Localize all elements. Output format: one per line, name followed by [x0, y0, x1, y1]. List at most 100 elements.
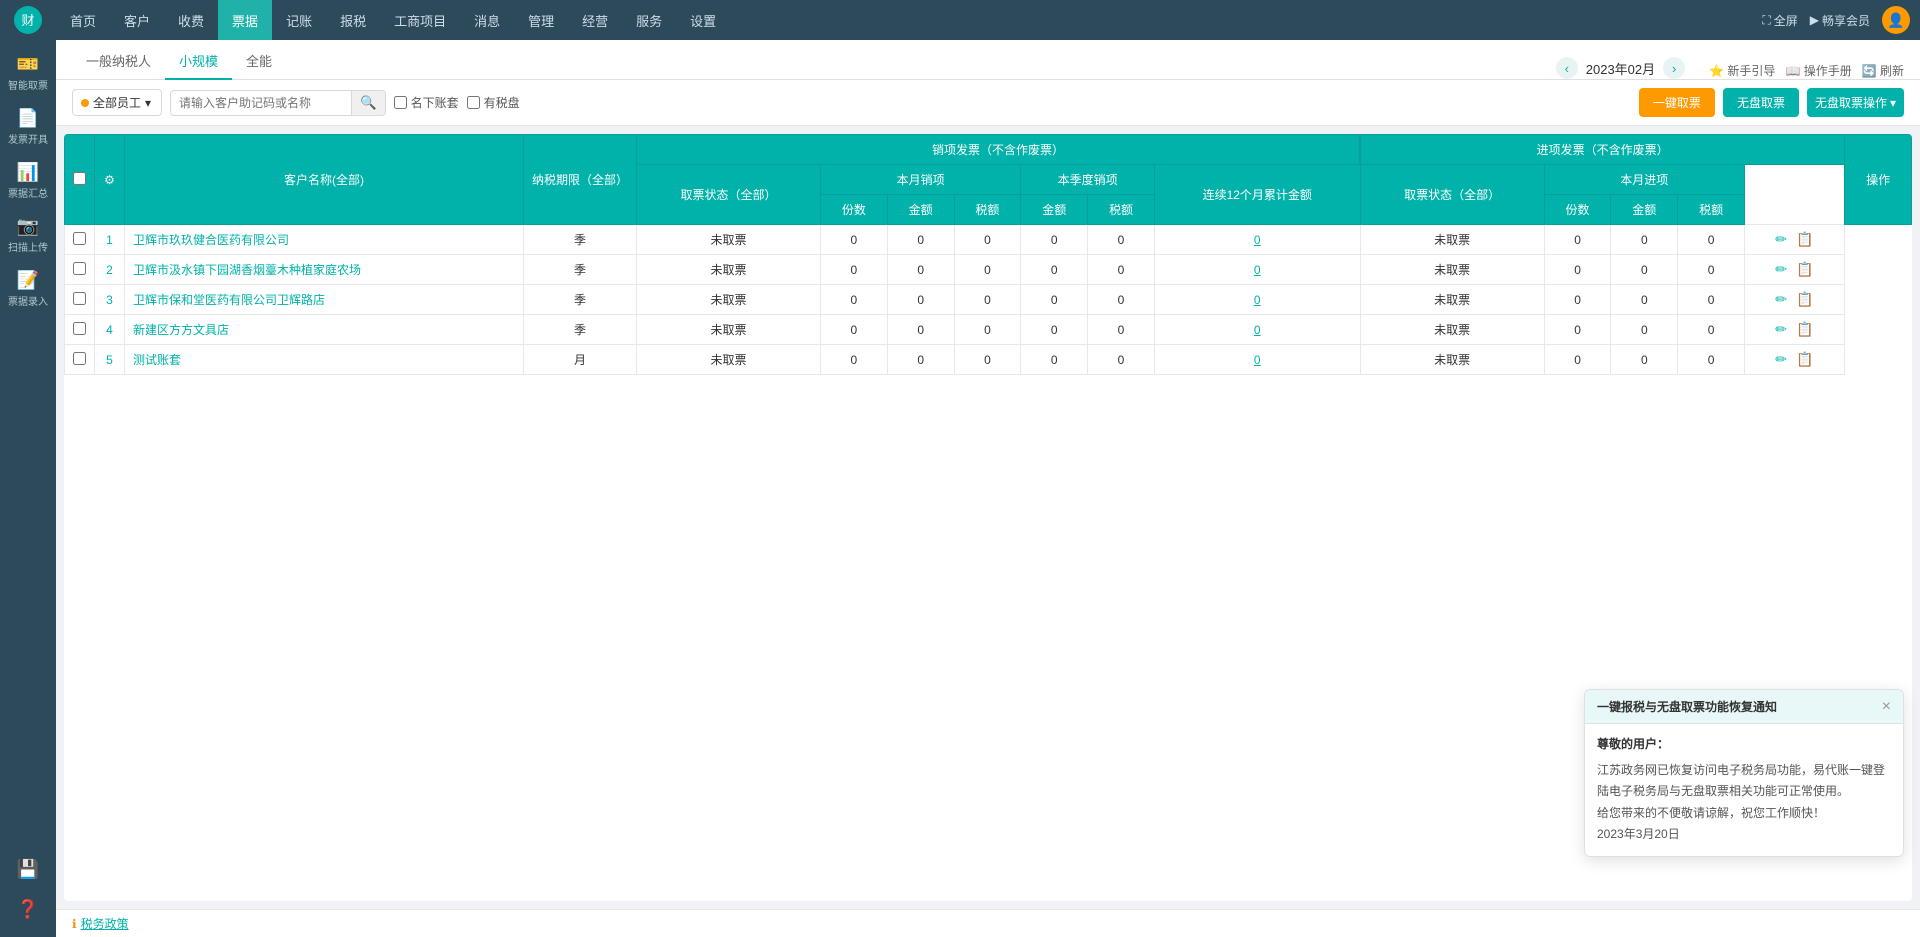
nav-item-服务[interactable]: 服务: [622, 0, 676, 40]
nav-item-客户[interactable]: 客户: [110, 0, 164, 40]
row-checkbox[interactable]: [65, 315, 95, 345]
nav-item-报税[interactable]: 报税: [326, 0, 380, 40]
row-pm-tax: 0: [1678, 315, 1745, 345]
tab-action-刷新[interactable]: 🔄 刷新: [1862, 62, 1904, 79]
th-settings-col: ⚙: [95, 135, 125, 225]
search-button[interactable]: 🔍: [351, 91, 385, 115]
row-customer[interactable]: 卫辉市汲水镇下园湖香烟薹木种植家庭农场: [125, 255, 524, 285]
row-12m[interactable]: 0: [1154, 345, 1360, 375]
tab-action-新手引导[interactable]: ⭐ 新手引导: [1709, 62, 1775, 79]
row-customer[interactable]: 卫辉市保和堂医药有限公司卫辉路店: [125, 285, 524, 315]
nav-item-收费[interactable]: 收费: [164, 0, 218, 40]
row-checkbox[interactable]: [65, 225, 95, 255]
row-customer[interactable]: 新建区方方文具店: [125, 315, 524, 345]
table-body: 1 卫辉市玖玖健合医药有限公司 季 未取票 0 0 0 0 0 0 未取票 0 …: [65, 225, 1912, 375]
sidebar-item-票据录入[interactable]: 📝票据录入: [3, 264, 53, 314]
row-sq-tax: 0: [1088, 315, 1155, 345]
no-disk-btn[interactable]: 无盘取票: [1723, 88, 1799, 117]
row-12m[interactable]: 0: [1154, 315, 1360, 345]
sidebar-item-发票开具[interactable]: 📄发票开具: [3, 102, 53, 152]
member-btn[interactable]: ▶ 畅享会员: [1810, 12, 1870, 29]
top-nav-items: 首页客户收费票据记账报税工商项目消息管理经营服务设置: [56, 0, 1762, 40]
view-icon[interactable]: 📋: [1796, 321, 1813, 337]
select-all-checkbox[interactable]: [73, 172, 86, 185]
user-avatar[interactable]: 👤: [1882, 6, 1910, 34]
row-sq-amount: 0: [1021, 315, 1088, 345]
row-actions: ✏ 📋: [1744, 285, 1844, 315]
one-click-btn[interactable]: 一键取票: [1639, 88, 1715, 117]
nav-item-首页[interactable]: 首页: [56, 0, 110, 40]
row-customer[interactable]: 卫辉市玖玖健合医药有限公司: [125, 225, 524, 255]
row-purchase-status: 未取票: [1360, 255, 1544, 285]
tab-action-操作手册[interactable]: 📖 操作手册: [1785, 62, 1851, 79]
row-sm-tax: 0: [954, 315, 1021, 345]
checkbox-suita-input[interactable]: [394, 96, 407, 109]
nav-item-票据[interactable]: 票据: [218, 0, 272, 40]
sidebar-item-智能取票[interactable]: 🎫 智能取票: [3, 48, 53, 98]
nav-item-记账[interactable]: 记账: [272, 0, 326, 40]
checkbox-disk-input[interactable]: [467, 96, 480, 109]
edit-icon[interactable]: ✏: [1775, 291, 1787, 307]
edit-icon[interactable]: ✏: [1775, 261, 1787, 277]
view-icon[interactable]: 📋: [1796, 351, 1813, 367]
nav-item-管理[interactable]: 管理: [514, 0, 568, 40]
checkbox-suita[interactable]: 名下账套: [394, 94, 459, 111]
nav-item-消息[interactable]: 消息: [460, 0, 514, 40]
row-customer[interactable]: 测试账套: [125, 345, 524, 375]
checkbox-disk[interactable]: 有税盘: [467, 94, 520, 111]
tab-bar-right: ⭐ 新手引导 📖 操作手册 🔄 刷新: [1709, 62, 1904, 79]
tax-policy-link[interactable]: 税务政策: [81, 915, 129, 932]
period-next[interactable]: ›: [1663, 57, 1685, 79]
view-icon[interactable]: 📋: [1796, 261, 1813, 277]
fullscreen-btn[interactable]: ⛶ 全屏: [1762, 12, 1797, 29]
th-12months: 连续12个月累计金额: [1154, 165, 1360, 225]
sidebar-bottom-icon[interactable]: 💾: [10, 851, 46, 887]
notification-content: 江苏政务网已恢复访问电子税务局功能，易代账一键登陆电子税务局与无盘取票相关功能可…: [1597, 760, 1891, 803]
no-disk-ops-btn[interactable]: 无盘取票操作 ▾: [1807, 88, 1904, 117]
row-12m[interactable]: 0: [1154, 225, 1360, 255]
app-logo[interactable]: 财: [10, 2, 46, 38]
sidebar-label: 智能取票: [8, 77, 48, 92]
table-row: 3 卫辉市保和堂医药有限公司卫辉路店 季 未取票 0 0 0 0 0 0 未取票…: [65, 285, 1912, 315]
row-purchase-status: 未取票: [1360, 315, 1544, 345]
tab-小规模[interactable]: 小规模: [165, 42, 232, 80]
employee-select[interactable]: 全部员工 ▾: [72, 89, 162, 116]
row-sq-tax: 0: [1088, 345, 1155, 375]
nav-item-工商项目[interactable]: 工商项目: [380, 0, 460, 40]
row-12m[interactable]: 0: [1154, 285, 1360, 315]
sidebar-item-票据汇总[interactable]: 📊票据汇总: [3, 156, 53, 206]
row-index: 3: [95, 285, 125, 315]
notification-popup: 一键报税与无盘取票功能恢复通知 × 尊敬的用户： 江苏政务网已恢复访问电子税务局…: [1584, 689, 1904, 857]
th-sales-status: 取票状态（全部）: [636, 165, 820, 225]
edit-icon[interactable]: ✏: [1775, 351, 1787, 367]
row-checkbox[interactable]: [65, 255, 95, 285]
th-pm-count: 份数: [1544, 195, 1611, 225]
row-12m[interactable]: 0: [1154, 255, 1360, 285]
th-pm-tax: 税额: [1678, 195, 1745, 225]
row-purchase-status: 未取票: [1360, 345, 1544, 375]
row-checkbox[interactable]: [65, 285, 95, 315]
nav-item-设置[interactable]: 设置: [676, 0, 730, 40]
view-icon[interactable]: 📋: [1796, 291, 1813, 307]
row-sq-tax: 0: [1088, 285, 1155, 315]
row-sq-amount: 0: [1021, 285, 1088, 315]
sidebar-icon: 🎫: [17, 54, 39, 75]
checkbox-disk-label: 有税盘: [484, 94, 520, 111]
search-input[interactable]: [171, 92, 351, 114]
tab-一般纳税人[interactable]: 一般纳税人: [72, 42, 165, 80]
sidebar-item-扫描上传[interactable]: 📷扫描上传: [3, 210, 53, 260]
row-period: 月: [523, 345, 636, 375]
row-sales-status: 未取票: [636, 315, 820, 345]
period-prev[interactable]: ‹: [1556, 57, 1578, 79]
toolbar-right: 一键取票 无盘取票 无盘取票操作 ▾: [1639, 88, 1904, 117]
row-pm-count: 0: [1544, 345, 1611, 375]
sidebar-bottom-icon[interactable]: ❓: [10, 891, 46, 927]
notification-close[interactable]: ×: [1882, 699, 1891, 715]
nav-item-经营[interactable]: 经营: [568, 0, 622, 40]
search-wrap: 🔍: [170, 90, 386, 116]
edit-icon[interactable]: ✏: [1775, 231, 1787, 247]
row-checkbox[interactable]: [65, 345, 95, 375]
tab-全能[interactable]: 全能: [232, 42, 286, 80]
edit-icon[interactable]: ✏: [1775, 321, 1787, 337]
view-icon[interactable]: 📋: [1796, 231, 1813, 247]
